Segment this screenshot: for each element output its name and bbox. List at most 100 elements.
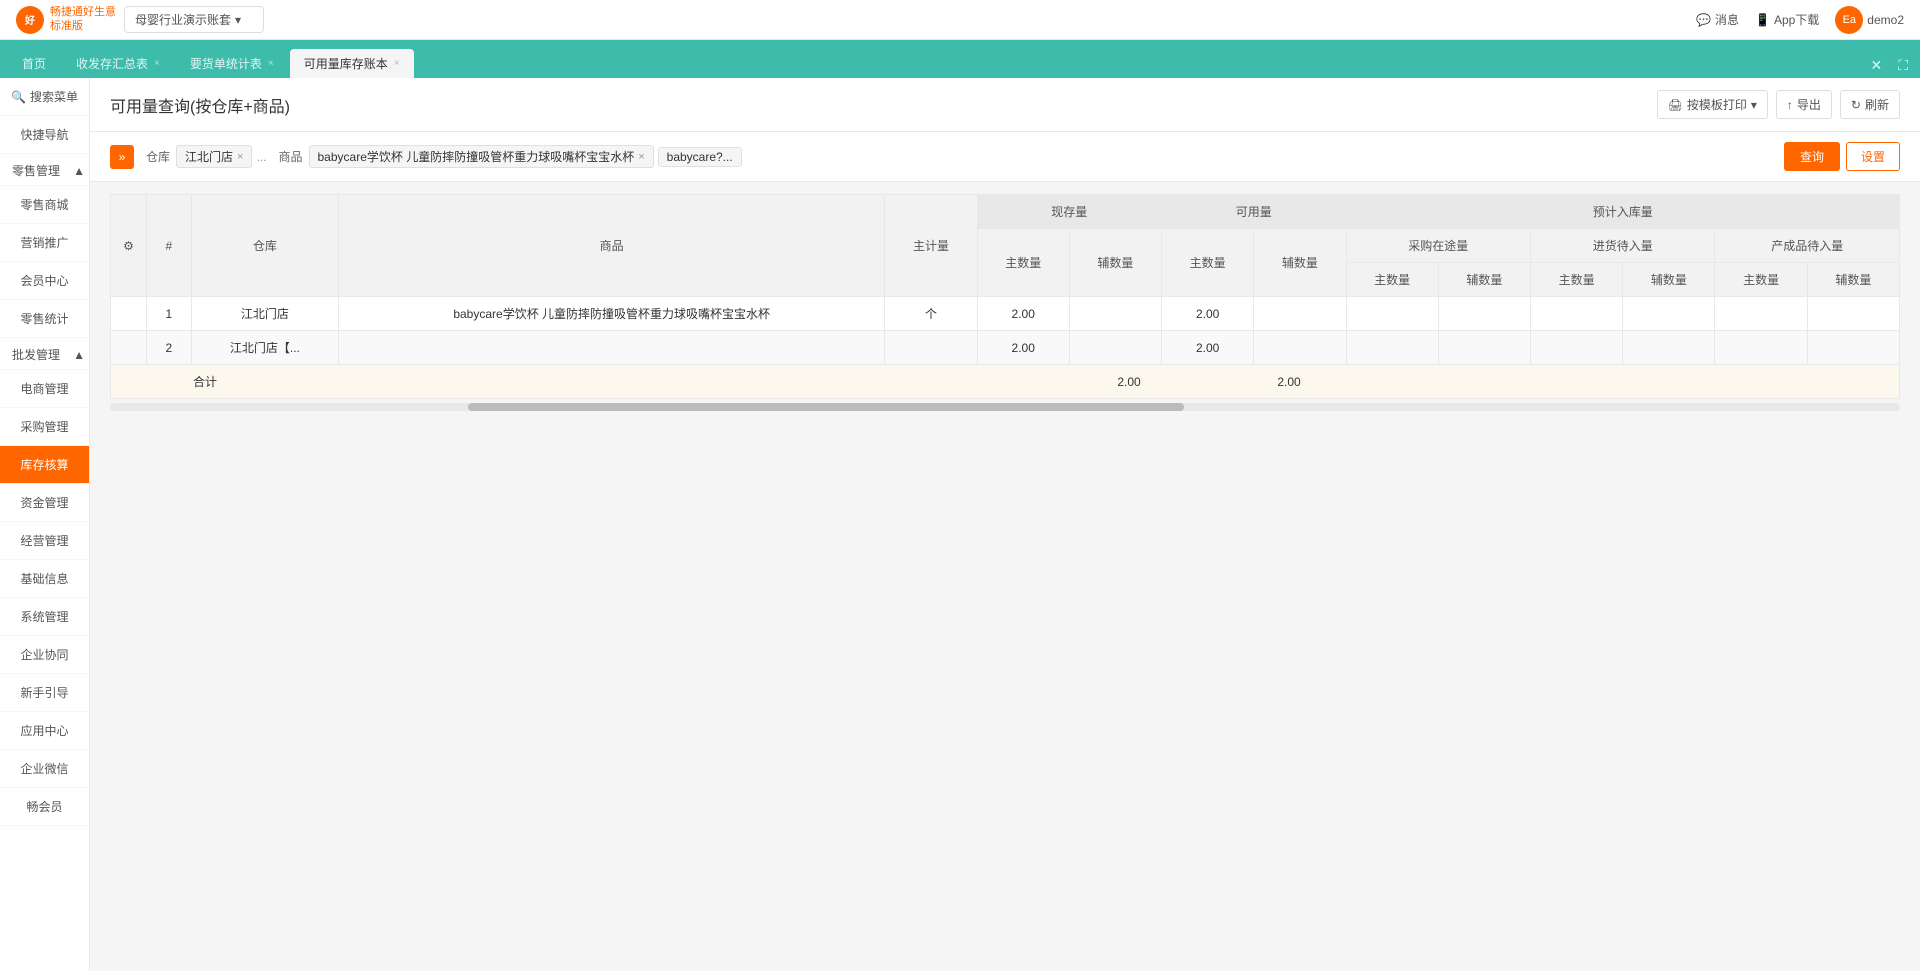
print-icon: 🖨 [1668,98,1683,112]
refresh-btn[interactable]: ↻ 刷新 [1840,90,1900,119]
sidebar-item-newbie[interactable]: 新手引导 [0,674,89,712]
current-stock-header: 现存量 [977,195,1161,229]
warehouse-tag-jiangbei[interactable]: 江北门店 × [176,145,252,168]
purchase-transit-main-header: 主数量 [1346,263,1438,297]
sidebar-item-system[interactable]: 系统管理 [0,598,89,636]
logo-text: 畅捷通好生意 标准版 [50,6,116,32]
logo-icon: 好 [16,6,44,34]
message-btn[interactable]: 💬 消息 [1696,11,1739,28]
sidebar-item-members[interactable]: 会员中心 [0,262,89,300]
warehouse-label: 仓库 [146,148,170,165]
tab-available-stock[interactable]: 可用量库存账本 × [290,49,414,78]
app-download-btn[interactable]: 📱 App下载 [1755,11,1819,28]
nav-right-buttons: ✕ ⛶ [1866,53,1912,78]
sidebar-group-wholesale[interactable]: 批发管理 ▲ [0,338,89,370]
row1-current-aux [1069,297,1161,331]
available-aux-header: 辅数量 [1254,229,1346,297]
close-tab-order[interactable]: × [268,58,274,69]
row1-prod-aux [1807,297,1899,331]
main-unit-col-header: 主计量 [885,195,977,297]
settings-col-header[interactable]: ⚙ [111,195,147,297]
message-icon: 💬 [1696,13,1711,27]
top-bar: 好 畅捷通好生意 标准版 母婴行业演示账套 ▾ 💬 消息 📱 App下载 Ea … [0,0,1920,40]
remove-warehouse-tag[interactable]: × [237,151,243,163]
tab-home[interactable]: 首页 [8,49,60,78]
sidebar-item-finance[interactable]: 资金管理 [0,484,89,522]
sidebar-item-quicknav[interactable]: 快捷导航 [0,116,89,154]
sidebar-item-vip[interactable]: 畅会员 [0,788,89,826]
sidebar-item-app-center[interactable]: 应用中心 [0,712,89,750]
row2-available-aux [1254,331,1346,365]
row2-pt-aux [1438,331,1530,365]
footer-label: 合计 [193,373,283,390]
content-area: 可用量查询(按仓库+商品) 🖨 按模板打印 ▾ ↑ 导出 ↻ 刷新 [90,78,1920,971]
sidebar-item-ecommerce[interactable]: 电商管理 [0,370,89,408]
main-layout: 🔍 搜索菜单 快捷导航 零售管理 ▲ 零售商城 营销推广 会员中心 零售统计 批… [0,78,1920,971]
export-btn[interactable]: ↑ 导出 [1776,90,1832,119]
incoming-header: 进货待入量 [1530,229,1714,263]
available-header: 可用量 [1162,195,1346,229]
close-tab-receive[interactable]: × [154,58,160,69]
export-icon: ↑ [1787,98,1793,112]
row1-pt-main [1346,297,1438,331]
sidebar-item-marketing[interactable]: 营销推广 [0,224,89,262]
row1-pt-aux [1438,297,1530,331]
user-profile[interactable]: Ea demo2 [1835,6,1904,34]
print-btn[interactable]: 🖨 按模板打印 ▾ [1657,90,1768,119]
chevron-down-icon: ▾ [235,13,241,27]
expand-filter-btn[interactable]: » [110,145,134,169]
sidebar-item-operations[interactable]: 经营管理 [0,522,89,560]
sidebar-item-wechat[interactable]: 企业微信 [0,750,89,788]
scroll-thumb[interactable] [468,403,1184,411]
tab-order-stats[interactable]: 要货单统计表 × [176,49,288,78]
table-row-subtotal: 2 江北门店【... 2.00 2.00 [111,331,1900,365]
sidebar-item-inventory[interactable]: 库存核算 [0,446,89,484]
row1-available-main: 2.00 [1162,297,1254,331]
expected-in-header: 预计入库量 [1346,195,1899,229]
query-btn[interactable]: 查询 [1784,142,1840,171]
scroll-track[interactable] [110,403,1900,411]
row2-product [339,331,885,365]
product-label: 商品 [278,148,302,165]
refresh-icon: ↻ [1851,98,1861,112]
product-tag-babycare[interactable]: babycare学饮杯 儿童防摔防撞吸管杯重力球吸嘴杯宝宝水杯 × [309,145,654,168]
footer-current-total: 2.00 [1089,375,1169,389]
remove-product-tag-1[interactable]: × [638,151,644,163]
warehouse-more[interactable]: ... [256,150,266,164]
row2-available-main: 2.00 [1162,331,1254,365]
expand-nav-btn[interactable]: ⛶ [1894,53,1912,78]
sidebar-item-enterprise[interactable]: 企业协同 [0,636,89,674]
row2-prod-main [1715,331,1807,365]
sidebar-item-procurement[interactable]: 采购管理 [0,408,89,446]
sidebar-item-basic-info[interactable]: 基础信息 [0,560,89,598]
setting-btn[interactable]: 设置 [1846,142,1900,171]
logo-area: 好 畅捷通好生意 标准版 [16,6,116,34]
incoming-main-header: 主数量 [1530,263,1622,297]
page-header-actions: 🖨 按模板打印 ▾ ↑ 导出 ↻ 刷新 [1657,90,1900,131]
product-tag-babycare2[interactable]: babycare?... [658,147,742,167]
chevron-up-icon-2: ▲ [73,348,85,362]
close-all-tabs-btn[interactable]: ✕ [1866,53,1886,78]
row2-in-aux [1623,331,1715,365]
row1-num: 1 [147,297,192,331]
row1-unit: 个 [885,297,977,331]
data-table: ⚙ # 仓库 商品 主计量 现存量 可用量 预计入库量 主数量 辅数量 主数量 … [110,194,1900,365]
production-aux-header: 辅数量 [1807,263,1899,297]
row2-unit [885,331,977,365]
sidebar: 🔍 搜索菜单 快捷导航 零售管理 ▲ 零售商城 营销推广 会员中心 零售统计 批… [0,78,90,971]
tab-receive-summary[interactable]: 收发存汇总表 × [62,49,174,78]
industry-selector[interactable]: 母婴行业演示账套 ▾ [124,6,264,33]
sidebar-item-retail-mall[interactable]: 零售商城 [0,186,89,224]
row1-settings [111,297,147,331]
warehouse-col-header: 仓库 [191,195,338,297]
row1-current-main: 2.00 [977,297,1069,331]
num-col-header: # [147,195,192,297]
sidebar-group-retail[interactable]: 零售管理 ▲ [0,154,89,186]
close-tab-available[interactable]: × [394,58,400,69]
incoming-aux-header: 辅数量 [1623,263,1715,297]
sidebar-item-search[interactable]: 🔍 搜索菜单 [0,78,89,116]
sidebar-item-retail-stats[interactable]: 零售统计 [0,300,89,338]
product-col-header: 商品 [339,195,885,297]
search-icon: 🔍 [11,90,26,104]
page-header: 可用量查询(按仓库+商品) 🖨 按模板打印 ▾ ↑ 导出 ↻ 刷新 [90,78,1920,132]
